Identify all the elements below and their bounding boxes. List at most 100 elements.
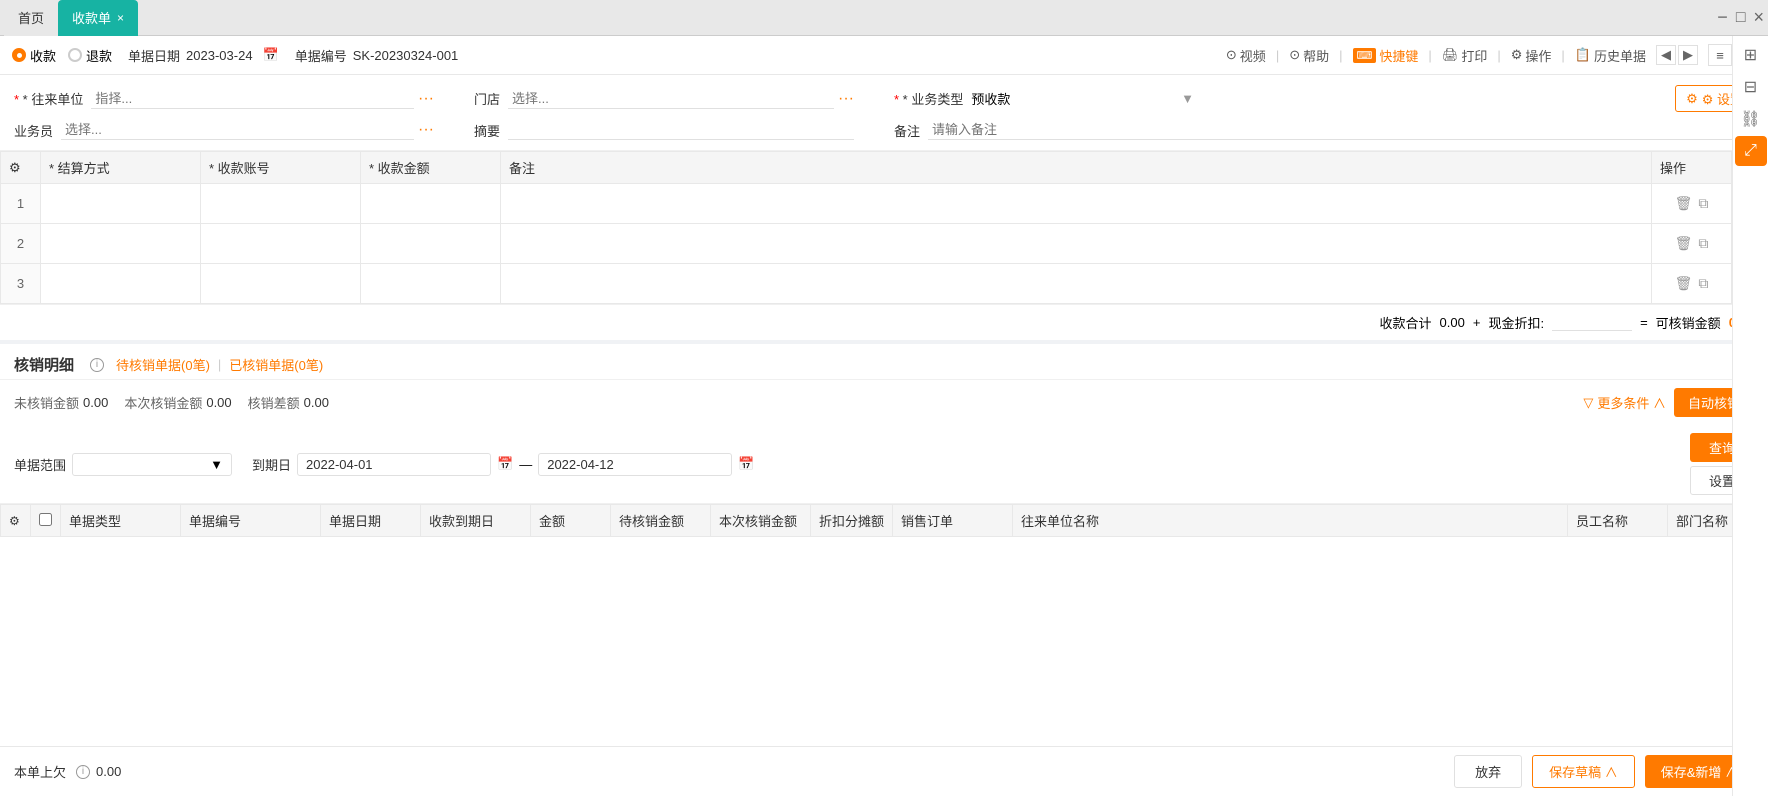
business-type-select[interactable]: 预收款 ▼ xyxy=(971,89,1194,108)
vth-number: 单据编号 xyxy=(181,505,321,537)
tab-receipt[interactable]: 收款单 × xyxy=(58,0,138,36)
diff-stat: 核销差额 0.00 xyxy=(248,393,329,412)
discount-input[interactable] xyxy=(1552,315,1632,331)
window-minimize-icon[interactable]: − xyxy=(1717,7,1728,28)
draft-btn[interactable]: 保存草稿 ∧ xyxy=(1532,755,1635,788)
history-btn[interactable]: 📋 历史单据 xyxy=(1575,46,1646,65)
amount-2[interactable] xyxy=(361,224,501,264)
vth-number-label: 单据编号 xyxy=(189,514,241,529)
remark-col-2[interactable] xyxy=(501,224,1652,264)
partner-input[interactable] xyxy=(91,89,414,109)
receipt-type-group: 收款 退款 xyxy=(12,46,112,65)
done-tab[interactable]: 已核销单据(0笔) xyxy=(229,355,323,374)
video-btn[interactable]: ⊙ 视频 xyxy=(1226,46,1266,65)
table-gear-icon[interactable]: ⚙ xyxy=(9,160,21,175)
current-value: 0.00 xyxy=(206,395,231,410)
receipt-table: ⚙ * 结算方式 * 收款账号 * 收款金额 备注 xyxy=(0,151,1732,304)
staff-more-icon[interactable]: ··· xyxy=(418,121,434,139)
select-all-checkbox[interactable] xyxy=(39,513,52,526)
remark-col-3[interactable] xyxy=(501,264,1652,304)
vth-partner-label: 往来单位名称 xyxy=(1021,514,1099,529)
form-section: * 往来单位 ··· 门店 ··· * 业务类型 预收款 ▼ xyxy=(0,75,1768,151)
th-gear[interactable]: ⚙ xyxy=(1,152,41,184)
amount-1[interactable] xyxy=(361,184,501,224)
vth-check[interactable] xyxy=(31,505,61,537)
refund-radio-dot xyxy=(68,48,82,62)
range-select[interactable]: ▼ xyxy=(72,453,232,476)
delete-row-3-icon[interactable]: 🗑 xyxy=(1675,275,1693,292)
partner-more-icon[interactable]: ··· xyxy=(418,90,434,108)
nav-next[interactable]: ▶ xyxy=(1678,45,1698,65)
pending-tab[interactable]: 待核销单据(0笔) xyxy=(116,355,210,374)
tab-home[interactable]: 首页 xyxy=(4,0,58,36)
date-from-input[interactable] xyxy=(297,453,491,476)
table-row: 1 🗑 ⧉ xyxy=(1,184,1732,224)
receipt-radio[interactable]: 收款 xyxy=(12,46,56,65)
store-input[interactable] xyxy=(508,89,834,109)
plus-label: + xyxy=(1473,315,1481,330)
copy-row-1-icon[interactable]: ⧉ xyxy=(1698,195,1708,212)
remark-input[interactable] xyxy=(928,120,1754,140)
date-range-sep: — xyxy=(519,457,532,472)
tab-close-icon[interactable]: × xyxy=(117,11,124,25)
window-close-icon[interactable]: × xyxy=(1753,7,1764,28)
date-value[interactable]: 2023-03-24 xyxy=(186,48,253,63)
settlement-2[interactable] xyxy=(41,224,201,264)
refund-radio[interactable]: 退款 xyxy=(68,46,112,65)
date-from-calendar-icon[interactable]: 📅 xyxy=(497,456,513,472)
remark-col-1[interactable] xyxy=(501,184,1652,224)
account-3[interactable] xyxy=(201,264,361,304)
diff-value: 0.00 xyxy=(304,395,329,410)
nav-prev[interactable]: ◀ xyxy=(1656,45,1676,65)
account-2[interactable] xyxy=(201,224,361,264)
operation-btn[interactable]: ⚙ 操作 xyxy=(1511,46,1552,65)
vth-date-label: 单据日期 xyxy=(329,514,381,529)
th-action: 操作 xyxy=(1652,152,1732,184)
current-label: 本次核销金额 xyxy=(124,393,202,412)
number-value[interactable]: SK-20230324-001 xyxy=(353,48,459,63)
verify-info-icon[interactable]: i xyxy=(90,358,104,372)
print-btn[interactable]: 🖨 打印 xyxy=(1442,46,1488,65)
bottom-info-icon[interactable]: i xyxy=(76,765,90,779)
range-select-arrow: ▼ xyxy=(210,457,223,472)
date-to-calendar-icon[interactable]: 📅 xyxy=(738,456,754,472)
copy-row-2-icon[interactable]: ⧉ xyxy=(1698,235,1708,252)
staff-group: 业务员 ··· xyxy=(14,120,434,140)
toolbar-right-actions: ⊙ 视频 | ⊙ 帮助 | ⌨ 快捷键 | 🖨 打印 | xyxy=(1226,44,1756,66)
help-btn[interactable]: ⊙ 帮助 xyxy=(1289,46,1329,65)
date-calendar-icon[interactable]: 📅 xyxy=(263,47,279,63)
help-label: 帮助 xyxy=(1303,46,1329,65)
summary-input[interactable] xyxy=(508,120,854,140)
vth-due-label: 收款到期日 xyxy=(429,514,494,529)
abandon-btn[interactable]: 放弃 xyxy=(1454,755,1522,788)
date-to-input[interactable] xyxy=(538,453,732,476)
sidebar-link-icon[interactable]: ⛓ xyxy=(1735,104,1767,134)
verify-tabs: 待核销单据(0笔) | 已核销单据(0笔) xyxy=(116,355,323,374)
settlement-3[interactable] xyxy=(41,264,201,304)
shortcut-btn[interactable]: ⌨ 快捷键 xyxy=(1353,46,1419,65)
operation-label: 操作 xyxy=(1525,46,1551,65)
print-label: 打印 xyxy=(1461,46,1487,65)
vth-current: 本次核销金额 xyxy=(711,505,811,537)
more-conditions-btn[interactable]: ▽ 更多条件 ∧ xyxy=(1583,393,1666,412)
settlement-1[interactable] xyxy=(41,184,201,224)
unverified-stat: 未核销金额 0.00 xyxy=(14,393,108,412)
summary-group: 摘要 xyxy=(474,120,854,140)
discount-label: 现金折扣: xyxy=(1488,313,1544,332)
sidebar-list-icon[interactable]: ⊟ xyxy=(1735,72,1767,102)
delete-row-2-icon[interactable]: 🗑 xyxy=(1675,235,1693,252)
vth-gear[interactable]: ⚙ xyxy=(1,505,31,537)
vth-partner: 往来单位名称 xyxy=(1013,505,1568,537)
bottom-info: 本单上欠 i 0.00 xyxy=(14,762,121,781)
store-more-icon[interactable]: ··· xyxy=(838,90,854,108)
receipt-radio-label: 收款 xyxy=(30,46,56,65)
sidebar-expand-icon[interactable]: ⤢ xyxy=(1735,136,1767,166)
staff-input[interactable] xyxy=(61,120,414,140)
list-view-btn[interactable]: ≡ xyxy=(1708,44,1732,66)
account-1[interactable] xyxy=(201,184,361,224)
amount-3[interactable] xyxy=(361,264,501,304)
window-maximize-icon[interactable]: □ xyxy=(1736,9,1746,27)
sidebar-table-icon[interactable]: ⊞ xyxy=(1735,40,1767,70)
copy-row-3-icon[interactable]: ⧉ xyxy=(1698,275,1708,292)
delete-row-1-icon[interactable]: 🗑 xyxy=(1675,195,1693,212)
